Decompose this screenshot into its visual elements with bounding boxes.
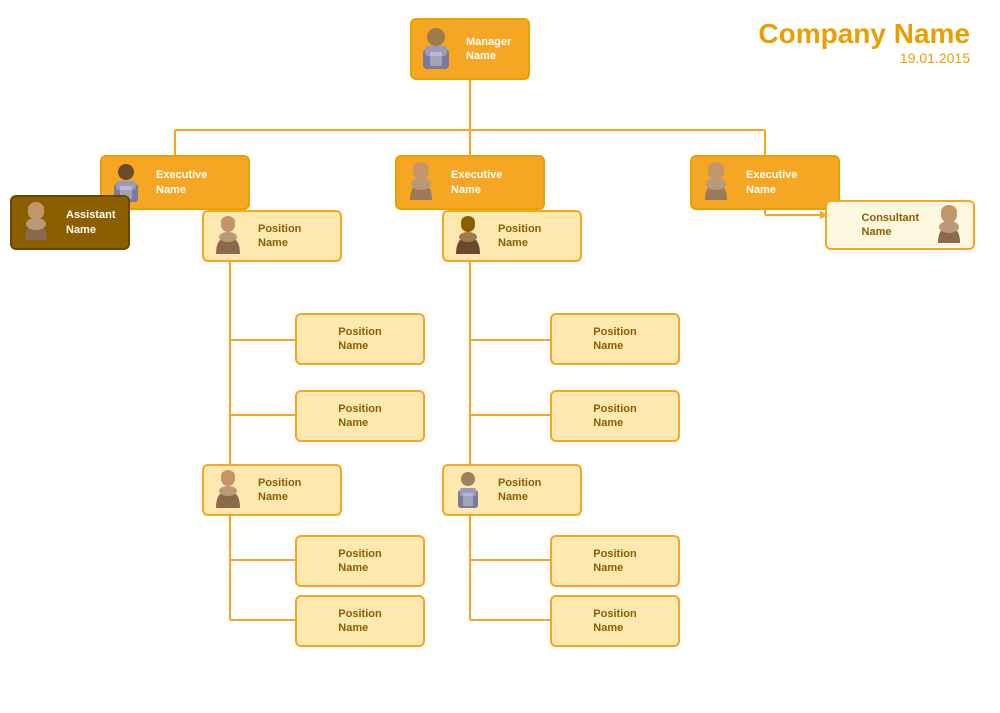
pos-m3-text: Position Name: [583, 398, 646, 435]
manager-node[interactable]: Manager Name: [410, 18, 530, 80]
pos-l5-node[interactable]: Position Name: [295, 535, 425, 587]
pos-l6-node[interactable]: Position Name: [295, 595, 425, 647]
pos-m1-icon: [444, 212, 492, 260]
consultant-icon: [925, 202, 973, 248]
pos-l5-text: Position Name: [328, 543, 391, 580]
company-date: 19.01.2015: [758, 50, 970, 66]
exec3-text: Executive Name: [740, 164, 803, 201]
pos-l4-text: Position Name: [252, 472, 307, 509]
pos-m6-text: Position Name: [583, 603, 646, 640]
pos-l4-node[interactable]: Position Name: [202, 464, 342, 516]
pos-m5-text: Position Name: [583, 543, 646, 580]
pos-l6-text: Position Name: [328, 603, 391, 640]
pos-l1-node[interactable]: Position Name: [202, 210, 342, 262]
exec2-node[interactable]: Executive Name: [395, 155, 545, 210]
manager-icon: [412, 20, 460, 78]
consultant-text: Consultant Name: [856, 207, 925, 244]
assistant-text: Assistant Name: [60, 204, 122, 241]
connector-lines: [0, 0, 1000, 713]
exec3-icon: [692, 157, 740, 208]
pos-m5-node[interactable]: Position Name: [550, 535, 680, 587]
pos-m4-text: Position Name: [492, 472, 547, 509]
pos-l4-icon: [204, 466, 252, 514]
manager-text: Manager Name: [460, 31, 517, 68]
pos-l2-text: Position Name: [328, 321, 391, 358]
pos-m1-text: Position Name: [492, 218, 547, 255]
pos-l1-icon: [204, 212, 252, 260]
pos-m3-node[interactable]: Position Name: [550, 390, 680, 442]
exec1-text: Executive Name: [150, 164, 213, 201]
company-name: Company Name: [758, 18, 970, 50]
consultant-node[interactable]: Consultant Name: [825, 200, 975, 250]
org-chart: Company Name 19.01.2015 Manager Name: [0, 0, 1000, 713]
pos-m4-icon: [444, 466, 492, 514]
pos-l3-node[interactable]: Position Name: [295, 390, 425, 442]
pos-m4-node[interactable]: Position Name: [442, 464, 582, 516]
assistant-node[interactable]: Assistant Name: [10, 195, 130, 250]
pos-m2-text: Position Name: [583, 321, 646, 358]
pos-l2-node[interactable]: Position Name: [295, 313, 425, 365]
company-header: Company Name 19.01.2015: [758, 18, 970, 66]
pos-l3-text: Position Name: [328, 398, 391, 435]
pos-m2-node[interactable]: Position Name: [550, 313, 680, 365]
assistant-icon: [12, 197, 60, 248]
exec2-text: Executive Name: [445, 164, 508, 201]
pos-l1-text: Position Name: [252, 218, 307, 255]
pos-m1-node[interactable]: Position Name: [442, 210, 582, 262]
exec3-node[interactable]: Executive Name: [690, 155, 840, 210]
pos-m6-node[interactable]: Position Name: [550, 595, 680, 647]
exec2-icon: [397, 157, 445, 208]
